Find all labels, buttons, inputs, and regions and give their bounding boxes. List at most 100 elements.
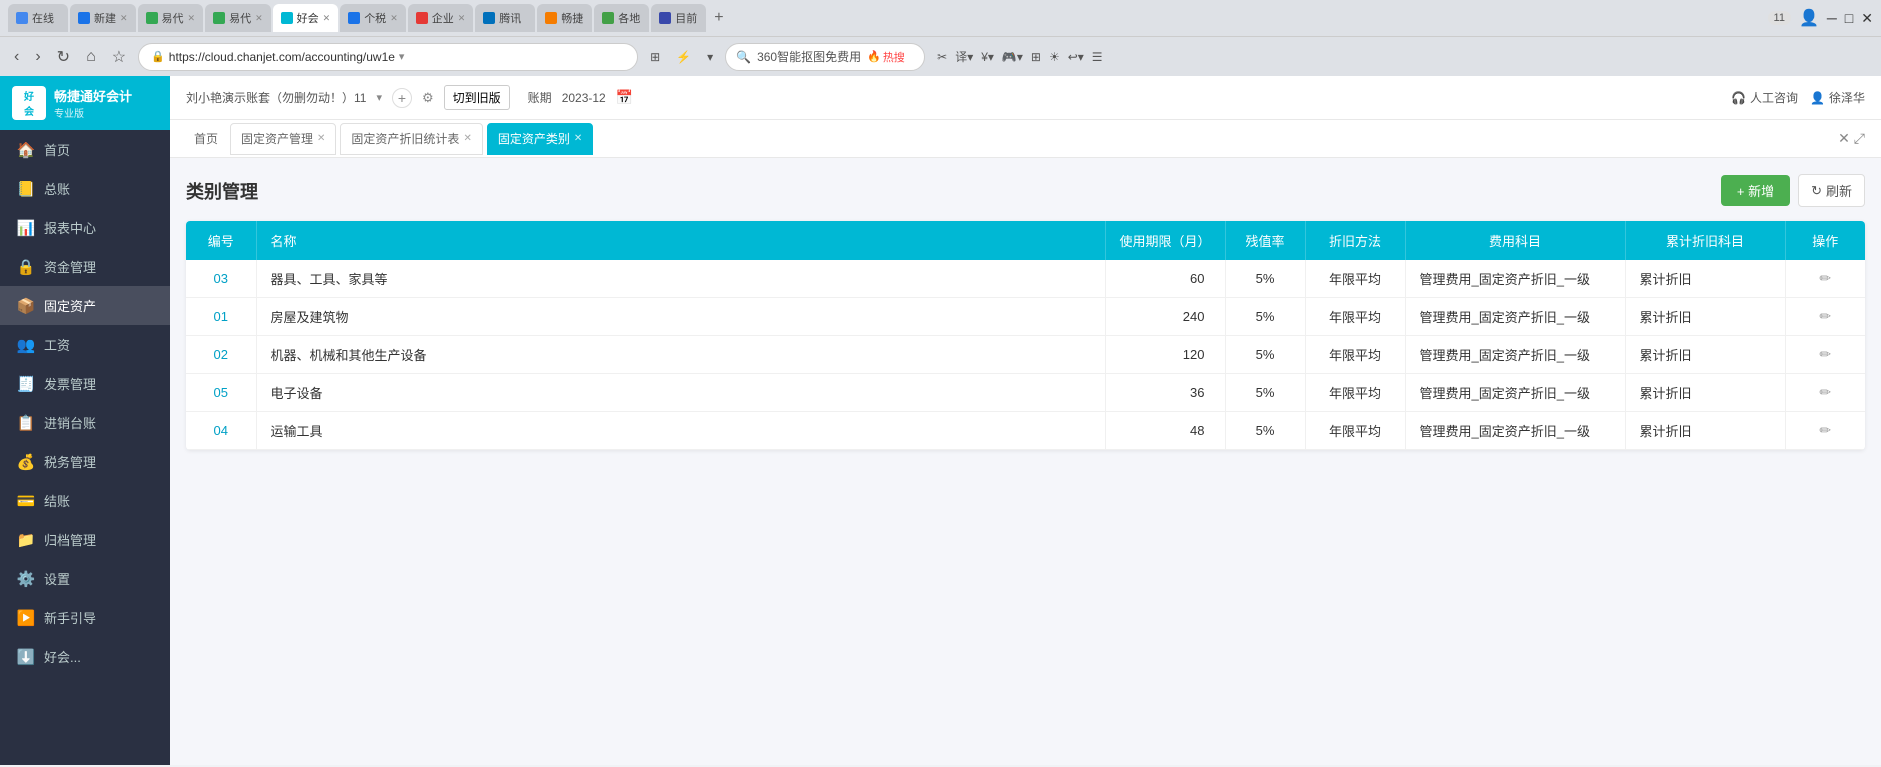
expand-content-button[interactable]: ⤢ xyxy=(1854,130,1865,147)
add-button[interactable]: + 新增 xyxy=(1721,175,1790,206)
tab-close-fa-category[interactable]: ✕ xyxy=(574,133,582,144)
more-icon: ⬇️ xyxy=(16,648,36,666)
cell-method: 年限平均 xyxy=(1305,412,1405,450)
sidebar-item-payroll[interactable]: 👥 工资 xyxy=(0,325,170,364)
reload-button[interactable]: ↻ xyxy=(53,45,74,69)
dropdown-arrow[interactable]: ▾ xyxy=(376,91,382,104)
ledger-icon: 📒 xyxy=(16,180,36,198)
browser-tab-tengxun[interactable]: 腾讯 xyxy=(475,4,535,32)
sidebar-label-settings: 设置 xyxy=(44,569,70,588)
tab-label-7: 企业 xyxy=(432,10,454,26)
sidebar-item-checkout[interactable]: 💳 结账 xyxy=(0,481,170,520)
table-row: 02 机器、机械和其他生产设备 120 5% 年限平均 管理费用_固定资产折旧_… xyxy=(186,336,1865,374)
home-button[interactable]: ⌂ xyxy=(82,46,100,68)
tab-close-fa-manage[interactable]: ✕ xyxy=(317,133,325,144)
edit-button[interactable]: ✏ xyxy=(1819,384,1831,400)
calendar-icon[interactable]: 📅 xyxy=(616,89,633,106)
sidebar-item-invoice[interactable]: 🧾 发票管理 xyxy=(0,364,170,403)
table-row: 05 电子设备 36 5% 年限平均 管理费用_固定资产折旧_一级 累计折旧 ✏ xyxy=(186,374,1865,412)
undo-btn[interactable]: ↩▾ xyxy=(1068,50,1084,64)
browser-tab-geshui[interactable]: 个税 ✕ xyxy=(340,4,406,32)
tab-close-4[interactable]: ✕ xyxy=(255,13,263,24)
tab-close-2[interactable]: ✕ xyxy=(120,13,128,24)
cell-method: 年限平均 xyxy=(1305,260,1405,298)
browser-tab-changjie[interactable]: 畅捷 xyxy=(537,4,592,32)
browser-tab-qiye[interactable]: 企业 ✕ xyxy=(408,4,474,32)
forward-button[interactable]: › xyxy=(31,46,44,68)
sidebar-label-tax: 税务管理 xyxy=(44,452,96,471)
browser-tab-yidai2[interactable]: 易代 ✕ xyxy=(205,4,271,32)
grid-btn[interactable]: ⊞ xyxy=(1031,50,1041,64)
translate-btn[interactable]: 译▾ xyxy=(955,48,973,65)
browser-tab-online[interactable]: 在线 xyxy=(8,4,68,32)
address-text: https://cloud.chanjet.com/accounting/uw1… xyxy=(169,50,395,64)
address-bar[interactable]: 🔒 https://cloud.chanjet.com/accounting/u… xyxy=(138,43,638,71)
sidebar-label-checkout: 结账 xyxy=(44,491,70,510)
browser-tab-muqian[interactable]: 目前 xyxy=(651,4,706,32)
headset-icon: 🎧 xyxy=(1731,91,1746,105)
browser-tab-new[interactable]: 新建 ✕ xyxy=(70,4,136,32)
sidebar-item-funds[interactable]: 🔒 资金管理 xyxy=(0,247,170,286)
game-btn[interactable]: 🎮▾ xyxy=(1002,50,1023,64)
close-window-icon[interactable]: ✕ xyxy=(1861,10,1873,27)
sidebar-item-guide[interactable]: ▶️ 新手引导 xyxy=(0,598,170,637)
add-account-button[interactable]: + xyxy=(392,88,412,108)
settings-gear-icon[interactable]: ⚙ xyxy=(422,90,434,106)
app-header: 刘小艳演示账套（勿删勿动！）11 ▾ + ⚙ 切到旧版 账期 2023-12 📅… xyxy=(170,76,1881,120)
browser-tab-haohui[interactable]: 好会 ✕ xyxy=(273,4,339,32)
sidebar-item-ledger[interactable]: 📒 总账 xyxy=(0,169,170,208)
page-tab-fa-depreciation[interactable]: 固定资产折旧统计表 ✕ xyxy=(340,123,482,155)
sidebar-item-inventory[interactable]: 📋 进销台账 xyxy=(0,403,170,442)
bookmark-button[interactable]: ☆ xyxy=(108,45,130,69)
cell-accumulated: 累计折旧 xyxy=(1625,260,1785,298)
consult-button[interactable]: 🎧 人工咨询 xyxy=(1731,89,1798,106)
table-row: 01 房屋及建筑物 240 5% 年限平均 管理费用_固定资产折旧_一级 累计折… xyxy=(186,298,1865,336)
tab-close-fa-depreciation[interactable]: ✕ xyxy=(463,133,471,144)
search-bar[interactable]: 🔍 360智能抠图免费用 🔥 热搜 xyxy=(725,43,925,71)
back-button[interactable]: ‹ xyxy=(10,46,23,68)
tab-label-5: 好会 xyxy=(297,10,319,26)
sun-btn[interactable]: ☀ xyxy=(1049,50,1060,64)
minimize-icon[interactable]: ─ xyxy=(1827,10,1837,26)
browser-tab-gedi[interactable]: 各地 xyxy=(594,4,649,32)
dropdown-button[interactable]: ▾ xyxy=(703,48,717,66)
maximize-icon[interactable]: □ xyxy=(1845,10,1853,26)
cell-months: 120 xyxy=(1105,336,1225,374)
sidebar-item-home[interactable]: 🏠 首页 xyxy=(0,130,170,169)
cell-id: 05 xyxy=(186,374,256,412)
page-tab-home[interactable]: 首页 xyxy=(186,130,226,147)
refresh-button[interactable]: ↻ 刷新 xyxy=(1798,174,1865,207)
cell-name: 电子设备 xyxy=(256,374,1105,412)
qr-button[interactable]: ⊞ xyxy=(646,48,664,66)
sidebar-item-more[interactable]: ⬇️ 好会... xyxy=(0,637,170,676)
edit-button[interactable]: ✏ xyxy=(1819,308,1831,324)
table-row: 03 器具、工具、家具等 60 5% 年限平均 管理费用_固定资产折旧_一级 累… xyxy=(186,260,1865,298)
sidebar-item-archive[interactable]: 📁 归档管理 xyxy=(0,520,170,559)
close-content-button[interactable]: ✕ xyxy=(1838,130,1850,147)
edit-button[interactable]: ✏ xyxy=(1819,270,1831,286)
new-tab-button[interactable]: + xyxy=(708,9,729,27)
browser-tab-yidai1[interactable]: 易代 ✕ xyxy=(138,4,204,32)
edit-button[interactable]: ✏ xyxy=(1819,346,1831,362)
scissors-btn[interactable]: ✂ xyxy=(937,50,947,64)
coin-btn[interactable]: ¥▾ xyxy=(981,50,994,64)
switch-version-button[interactable]: 切到旧版 xyxy=(444,85,510,110)
edit-button[interactable]: ✏ xyxy=(1819,422,1831,438)
tab-close-5[interactable]: ✕ xyxy=(323,13,331,24)
tab-close-6[interactable]: ✕ xyxy=(390,13,398,24)
tab-close-7[interactable]: ✕ xyxy=(458,13,466,24)
sidebar-item-settings[interactable]: ⚙️ 设置 xyxy=(0,559,170,598)
tab-close-3[interactable]: ✕ xyxy=(188,13,196,24)
header-right: 🎧 人工咨询 👤 徐泽华 xyxy=(1731,89,1865,106)
sidebar-item-tax[interactable]: 💰 税务管理 xyxy=(0,442,170,481)
refresh-icon: ↻ xyxy=(1811,183,1822,199)
user-avatar[interactable]: 👤 徐泽华 xyxy=(1810,89,1865,106)
page-tab-fa-manage[interactable]: 固定资产管理 ✕ xyxy=(230,123,336,155)
page-tab-fa-category[interactable]: 固定资产类别 ✕ xyxy=(487,123,593,155)
sidebar-item-reports[interactable]: 📊 报表中心 xyxy=(0,208,170,247)
menu-btn[interactable]: ☰ xyxy=(1092,50,1103,64)
lightning-button[interactable]: ⚡ xyxy=(672,48,695,66)
sidebar-label-guide: 新手引导 xyxy=(44,608,96,627)
home-icon: 🏠 xyxy=(16,141,36,159)
sidebar-item-fixed-assets[interactable]: 📦 固定资产 xyxy=(0,286,170,325)
